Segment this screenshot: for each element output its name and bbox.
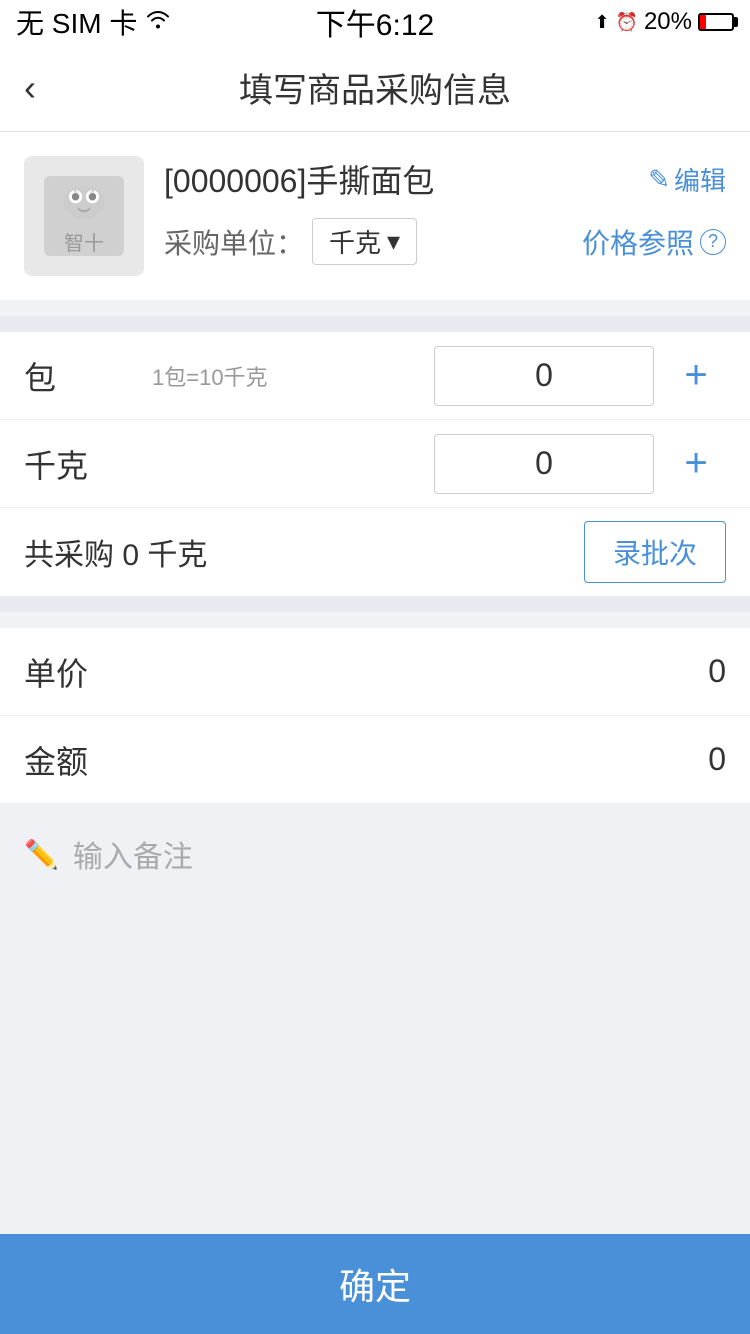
bao-input[interactable]	[434, 346, 654, 406]
product-card: 智十 [0000006]手撕面包 ✎ 编辑 采购单位： 千克 ▾ 价格参照 ?	[0, 132, 750, 300]
page-title: 填写商品采购信息	[239, 63, 511, 112]
unit-price-label: 单价	[24, 649, 88, 695]
status-right: ⬆ ⏰ 20%	[594, 8, 734, 36]
pencil-icon: ✏️	[24, 838, 59, 871]
status-time: 下午6:12	[316, 0, 434, 44]
unit-select[interactable]: 千克 ▾	[312, 218, 417, 265]
battery-percent: 20%	[644, 8, 692, 36]
price-ref-button[interactable]: 价格参照 ?	[582, 222, 726, 262]
kilogram-plus-button[interactable]: +	[666, 434, 726, 494]
note-section[interactable]: ✏️ 输入备注	[0, 804, 750, 904]
bao-row: 包 1包=10千克 +	[0, 332, 750, 420]
summary-row: 共采购 0 千克 录批次	[0, 508, 750, 596]
amount-value: 0	[708, 741, 726, 778]
product-header: [0000006]手撕面包 ✎ 编辑	[164, 156, 726, 202]
bao-plus-button[interactable]: +	[666, 346, 726, 406]
content-fill	[0, 904, 750, 1234]
record-batch-button[interactable]: 录批次	[584, 521, 726, 583]
location-icon: ⬆	[594, 12, 609, 33]
product-info: [0000006]手撕面包 ✎ 编辑 采购单位： 千克 ▾ 价格参照 ?	[164, 156, 726, 265]
summary-text: 共采购 0 千克	[24, 530, 207, 574]
kilogram-label: 千克	[24, 441, 144, 487]
no-sim-text: 无 SIM 卡	[16, 2, 137, 42]
product-name: [0000006]手撕面包	[164, 156, 434, 202]
alarm-icon: ⏰	[616, 12, 638, 33]
kilogram-row: 千克 +	[0, 420, 750, 508]
status-left: 无 SIM 卡	[16, 2, 171, 42]
status-bar: 无 SIM 卡 下午6:12 ⬆ ⏰ 20%	[0, 0, 750, 44]
bao-input-group: +	[434, 346, 726, 406]
dropdown-icon: ▾	[387, 226, 400, 257]
unit-price-row: 单价 0	[0, 628, 750, 716]
input-section: 包 1包=10千克 + 千克 + 共采购 0 千克 录批次	[0, 332, 750, 596]
amount-label: 金额	[24, 737, 88, 783]
wifi-icon	[145, 9, 171, 35]
bao-sub: 1包=10千克	[152, 360, 268, 392]
note-placeholder: 输入备注	[73, 832, 193, 876]
kilogram-input-group: +	[434, 434, 726, 494]
kilogram-input[interactable]	[434, 434, 654, 494]
price-section: 单价 0 金额 0	[0, 628, 750, 804]
amount-row: 金额 0	[0, 716, 750, 804]
back-button[interactable]: ‹	[24, 67, 36, 109]
edit-icon: ✎	[648, 164, 670, 195]
info-icon: ?	[700, 229, 726, 255]
section-divider-1	[0, 316, 750, 332]
bao-label: 包	[24, 353, 144, 399]
product-unit-row: 采购单位： 千克 ▾ 价格参照 ?	[164, 218, 726, 265]
confirm-label: 确定	[339, 1258, 411, 1310]
confirm-button[interactable]: 确定	[0, 1234, 750, 1334]
nav-bar: ‹ 填写商品采购信息	[0, 44, 750, 132]
product-logo-text: 智十	[64, 227, 104, 256]
edit-button[interactable]: ✎ 编辑	[648, 161, 726, 198]
section-divider-2	[0, 596, 750, 612]
unit-label: 采购单位：	[164, 222, 304, 262]
battery-icon	[698, 13, 734, 31]
unit-price-value: 0	[708, 653, 726, 690]
product-image: 智十	[24, 156, 144, 276]
